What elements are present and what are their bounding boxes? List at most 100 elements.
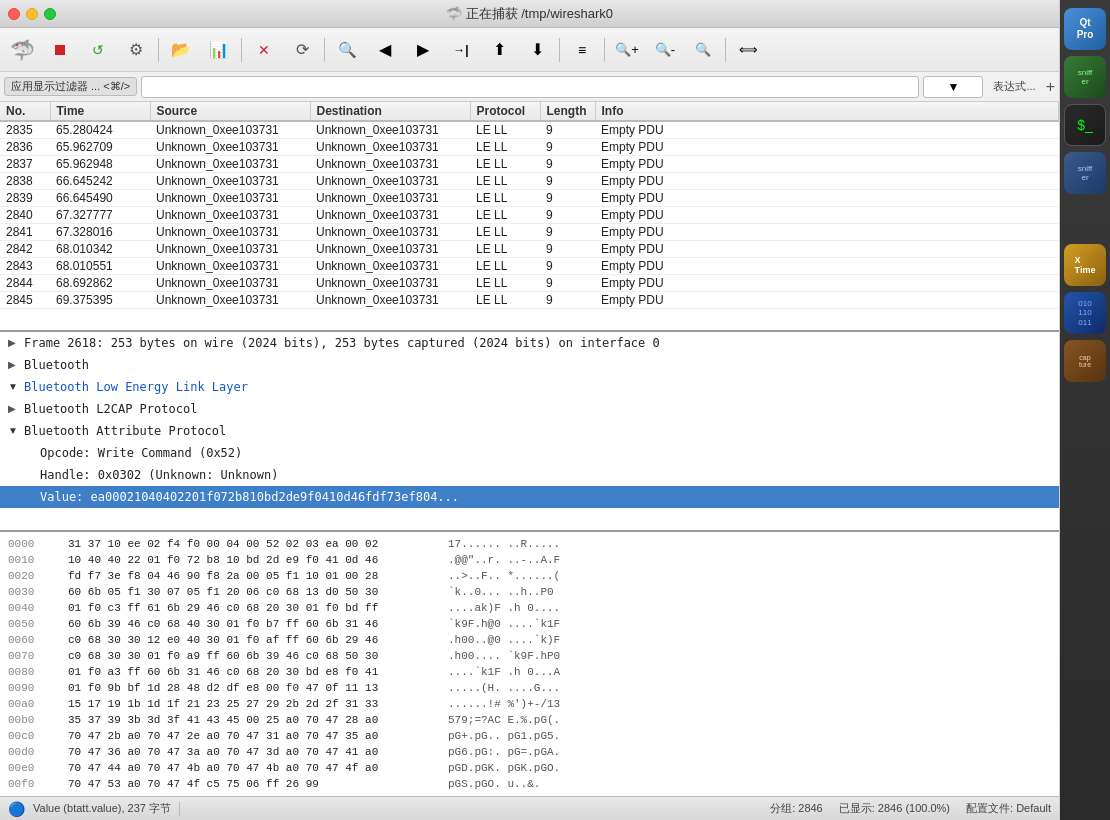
table-row[interactable]: 2842 68.010342 Unknown_0xee103731 Unknow… <box>0 241 1059 258</box>
hex-offset: 00f0 <box>8 776 48 792</box>
detail-row[interactable]: ▶ Bluetooth L2CAP Protocol <box>0 398 1059 420</box>
table-row[interactable]: 2839 66.645490 Unknown_0xee103731 Unknow… <box>0 190 1059 207</box>
detail-row[interactable]: ▶ Bluetooth <box>0 354 1059 376</box>
title-bar: 🦈 正在捕获 /tmp/wireshark0 <box>0 0 1059 28</box>
go-top-button[interactable]: ⬆ <box>481 33 517 67</box>
sniffer2-icon[interactable]: sniffer <box>1064 152 1106 194</box>
go-to-button[interactable]: →| <box>443 33 479 67</box>
cell-no: 2836 <box>0 139 50 156</box>
status-icon: 🔵 <box>8 801 25 817</box>
binary-icon[interactable]: 010110011 <box>1064 292 1106 334</box>
cell-info: Empty PDU <box>595 241 1059 258</box>
table-row[interactable]: 2838 66.645242 Unknown_0xee103731 Unknow… <box>0 173 1059 190</box>
restart-button[interactable]: ↺ <box>80 33 116 67</box>
hex-row: 0080 01 f0 a3 ff 60 6b 31 46 c0 68 20 30… <box>8 664 1051 680</box>
terminal-icon[interactable]: $_ <box>1064 104 1106 146</box>
toolbar-separator-2 <box>241 38 242 62</box>
filter-dropdown[interactable]: ▼ <box>923 76 983 98</box>
table-row[interactable]: 2835 65.280424 Unknown_0xee103731 Unknow… <box>0 121 1059 139</box>
table-row[interactable]: 2845 69.375395 Unknown_0xee103731 Unknow… <box>0 292 1059 309</box>
hex-bytes: 70 47 44 a0 70 47 4b a0 70 47 4b a0 70 4… <box>68 760 428 776</box>
capture-icon[interactable]: capture <box>1064 340 1106 382</box>
save-file-button[interactable]: 📊 <box>201 33 237 67</box>
go-back-button[interactable]: ◀ <box>367 33 403 67</box>
title-text: 🦈 正在捕获 /tmp/wireshark0 <box>446 5 613 23</box>
cell-destination: Unknown_0xee103731 <box>310 173 470 190</box>
reload-button[interactable]: ⟳ <box>284 33 320 67</box>
cell-protocol: LE LL <box>470 241 540 258</box>
hex-ascii: .h00..@0 ....`k)F <box>448 632 560 648</box>
cell-length: 9 <box>540 121 595 139</box>
col-header-no: No. <box>0 102 50 121</box>
zoom-out-button[interactable]: 🔍- <box>647 33 683 67</box>
toolbar-separator-3 <box>324 38 325 62</box>
hex-row: 0000 31 37 10 ee 02 f4 f0 00 04 00 52 02… <box>8 536 1051 552</box>
hex-row: 0060 c0 68 30 30 12 e0 40 30 01 f0 af ff… <box>8 632 1051 648</box>
add-filter-button[interactable]: + <box>1046 78 1055 96</box>
hex-ascii: ..>..F.. *......( <box>448 568 560 584</box>
table-row[interactable]: 2843 68.010551 Unknown_0xee103731 Unknow… <box>0 258 1059 275</box>
cell-source: Unknown_0xee103731 <box>150 121 310 139</box>
hex-ascii: pGD.pGK. pGK.pGO. <box>448 760 560 776</box>
cell-length: 9 <box>540 224 595 241</box>
packet-table: No. Time Source Destination Protocol Len… <box>0 102 1059 309</box>
cell-info: Empty PDU <box>595 156 1059 173</box>
hex-offset: 00a0 <box>8 696 48 712</box>
hex-dump[interactable]: 0000 31 37 10 ee 02 f4 f0 00 04 00 52 02… <box>0 532 1059 796</box>
expression-button[interactable]: 表达式... <box>987 77 1041 96</box>
cell-protocol: LE LL <box>470 207 540 224</box>
detail-row[interactable]: Handle: 0x0302 (Unknown: Unknown) <box>0 464 1059 486</box>
detail-panel[interactable]: ▶ Frame 2618: 253 bytes on wire (2024 bi… <box>0 332 1059 532</box>
filter-input[interactable] <box>141 76 919 98</box>
table-row[interactable]: 2837 65.962948 Unknown_0xee103731 Unknow… <box>0 156 1059 173</box>
table-row[interactable]: 2844 68.692862 Unknown_0xee103731 Unknow… <box>0 275 1059 292</box>
detail-row[interactable]: ▶ Frame 2618: 253 bytes on wire (2024 bi… <box>0 332 1059 354</box>
cell-source: Unknown_0xee103731 <box>150 156 310 173</box>
detail-row[interactable]: Opcode: Write Command (0x52) <box>0 442 1059 464</box>
toolbar-separator-1 <box>158 38 159 62</box>
cell-source: Unknown_0xee103731 <box>150 190 310 207</box>
hex-offset: 0040 <box>8 600 48 616</box>
xtime-icon[interactable]: XTime <box>1064 244 1106 286</box>
hex-row: 00c0 70 47 2b a0 70 47 2e a0 70 47 31 a0… <box>8 728 1051 744</box>
status-separator-1 <box>179 802 180 816</box>
table-row[interactable]: 2841 67.328016 Unknown_0xee103731 Unknow… <box>0 224 1059 241</box>
qtpro-icon[interactable]: QtPro <box>1064 8 1106 50</box>
find-packet-button[interactable]: 🔍 <box>329 33 365 67</box>
hex-bytes: 10 40 40 22 01 f0 72 b8 10 bd 2d e9 f0 4… <box>68 552 428 568</box>
colorize-button[interactable]: ≡ <box>564 33 600 67</box>
filter-label[interactable]: 应用显示过滤器 ... <⌘/> <box>4 77 137 96</box>
close-file-button[interactable]: ✕ <box>246 33 282 67</box>
table-row[interactable]: 2840 67.327777 Unknown_0xee103731 Unknow… <box>0 207 1059 224</box>
cell-source: Unknown_0xee103731 <box>150 173 310 190</box>
table-row[interactable]: 2836 65.962709 Unknown_0xee103731 Unknow… <box>0 139 1059 156</box>
minimize-button[interactable] <box>26 8 38 20</box>
zoom-in-button[interactable]: 🔍+ <box>609 33 645 67</box>
preferences-button[interactable]: ⚙ <box>118 33 154 67</box>
cell-time: 67.328016 <box>50 224 150 241</box>
cell-length: 9 <box>540 258 595 275</box>
hex-ascii: pG+.pG.. pG1.pG5. <box>448 728 560 744</box>
maximize-button[interactable] <box>44 8 56 20</box>
cell-source: Unknown_0xee103731 <box>150 139 310 156</box>
cell-no: 2838 <box>0 173 50 190</box>
col-header-info: Info <box>595 102 1059 121</box>
zoom-reset-button[interactable]: 🔍 <box>685 33 721 67</box>
stop-capture-button[interactable]: ⏹ <box>42 33 78 67</box>
go-forward-button[interactable]: ▶ <box>405 33 441 67</box>
packet-list[interactable]: No. Time Source Destination Protocol Len… <box>0 102 1059 332</box>
detail-row[interactable]: ▼ Bluetooth Low Energy Link Layer <box>0 376 1059 398</box>
detail-row[interactable]: ▼ Bluetooth Attribute Protocol <box>0 420 1059 442</box>
hex-row: 0050 60 6b 39 46 c0 68 40 30 01 f0 b7 ff… <box>8 616 1051 632</box>
hex-ascii: pG6.pG:. pG=.pGA. <box>448 744 560 760</box>
hex-row: 0040 01 f0 c3 ff 61 6b 29 46 c0 68 20 30… <box>8 600 1051 616</box>
open-file-button[interactable]: 📂 <box>163 33 199 67</box>
col-header-source: Source <box>150 102 310 121</box>
resize-columns-button[interactable]: ⟺ <box>730 33 766 67</box>
detail-row[interactable]: Value: ea00021040402201f072b810bd2de9f04… <box>0 486 1059 508</box>
hex-offset: 0060 <box>8 632 48 648</box>
close-button[interactable] <box>8 8 20 20</box>
sniffer1-icon[interactable]: sniffer <box>1064 56 1106 98</box>
go-bottom-button[interactable]: ⬇ <box>519 33 555 67</box>
hex-offset: 00e0 <box>8 760 48 776</box>
